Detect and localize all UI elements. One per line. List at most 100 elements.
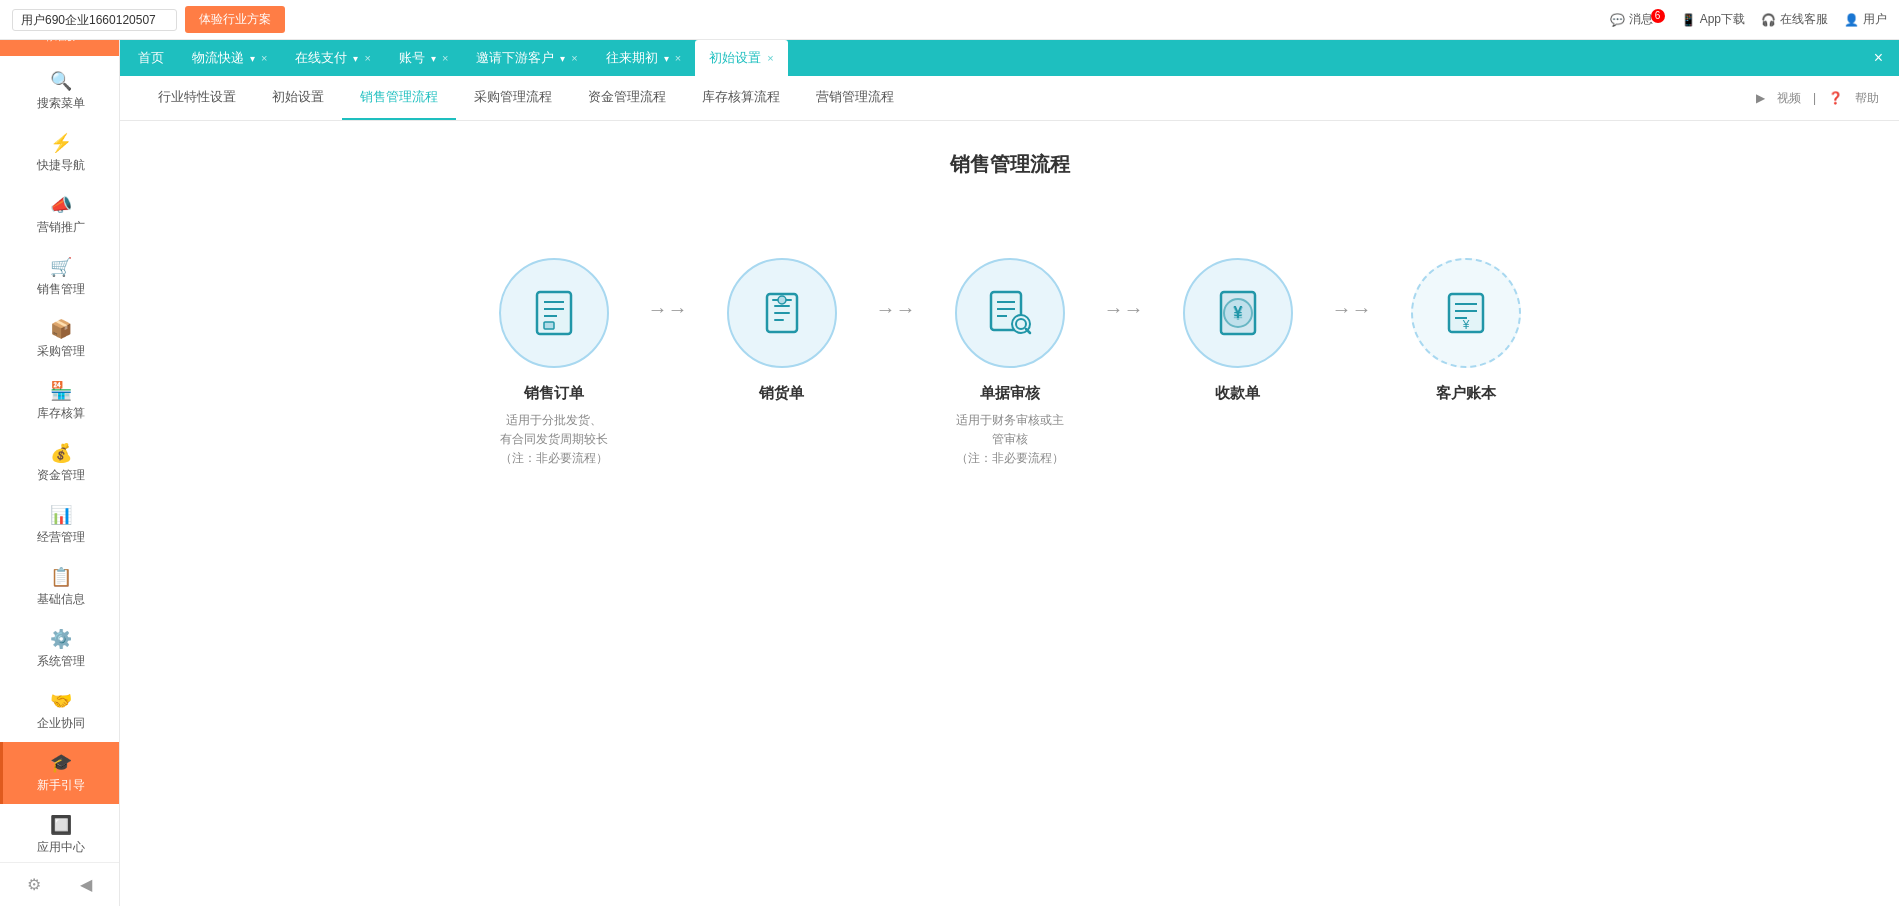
sidebar-item-marketing-promo[interactable]: 📣 营销推广 (0, 184, 119, 246)
flow-step-voucher-review-desc: 适用于财务审核或主管审核（注：非必要流程） (956, 411, 1064, 469)
tab-initial-setup[interactable]: 初始设置 × (695, 40, 787, 76)
sidebar-item-label: 销售管理 (37, 281, 85, 298)
top-bar: 用户690企业1660120507 体验行业方案 💬 消息 6 📱 App下载 … (0, 0, 1899, 40)
sidebar-item-sys-mgmt[interactable]: ⚙️ 系统管理 (0, 618, 119, 680)
sidebar-item-app-center[interactable]: 🔲 应用中心 (0, 804, 119, 862)
video-help-label[interactable]: 视频 (1777, 90, 1801, 107)
sidebar-item-label: 系统管理 (37, 653, 85, 670)
tab-initial-setup-close[interactable]: × (767, 52, 773, 64)
flow-circle-voucher-review[interactable] (955, 258, 1065, 368)
flow-circle-customer-account[interactable]: ¥ (1411, 258, 1521, 368)
sidebar-item-label: 搜索菜单 (37, 95, 85, 112)
sidebar-item-label: 应用中心 (37, 839, 85, 856)
user-label: 用户 (1863, 11, 1887, 28)
page-title: 销售管理流程 (160, 151, 1859, 178)
top-bar-left: 用户690企业1660120507 体验行业方案 (12, 6, 285, 33)
flow-arrow-4: →→ (1328, 298, 1376, 321)
sidebar-item-basic-info[interactable]: 📋 基础信息 (0, 556, 119, 618)
sub-tabs-left: 行业特性设置 初始设置 销售管理流程 采购管理流程 资金管理流程 库存核算流程 … (140, 76, 912, 120)
app-download-item[interactable]: 📱 App下载 (1681, 11, 1745, 28)
sidebar-item-search-menu[interactable]: 🔍 搜索菜单 (0, 60, 119, 122)
sub-tab-sales-flow[interactable]: 销售管理流程 (342, 76, 456, 120)
sidebar-item-enterprise-collab[interactable]: 🤝 企业协同 (0, 680, 119, 742)
top-bar-right: 💬 消息 6 📱 App下载 🎧 在线客服 👤 用户 (1610, 11, 1887, 28)
user-select[interactable]: 用户690企业1660120507 (12, 9, 177, 31)
tab-account-label: 账号 (399, 49, 425, 67)
voucher-review-icon (983, 286, 1037, 340)
tab-account-close[interactable]: × (442, 52, 448, 64)
sidebar-item-label: 经营管理 (37, 529, 85, 546)
divider: | (1813, 91, 1816, 105)
tab-online-pay-close[interactable]: × (364, 52, 370, 64)
purchase-mgmt-icon: 📦 (50, 318, 72, 340)
trial-btn[interactable]: 体验行业方案 (185, 6, 285, 33)
newcomer-guide-icon: 🎓 (50, 752, 72, 774)
nav-tabs: 首页 物流快递 ▾ × 在线支付 ▾ × 账号 ▾ × 邀请下游客户 ▾ × 往… (120, 40, 1899, 76)
sales-mgmt-icon: 🛒 (50, 256, 72, 278)
sidebar-item-inventory[interactable]: 🏪 库存核算 (0, 370, 119, 432)
message-label: 消息 (1629, 11, 1653, 28)
tab-home[interactable]: 首页 (124, 40, 178, 76)
tab-period-initial[interactable]: 往来期初 ▾ × (592, 40, 695, 76)
user-avatar-item[interactable]: 👤 用户 (1844, 11, 1887, 28)
flow-step-receipt: ¥ ¥ 收款单 (1148, 258, 1328, 411)
sidebar-item-quick-nav[interactable]: ⚡ 快捷导航 (0, 122, 119, 184)
app-download-icon: 📱 (1681, 13, 1696, 27)
settings-bottom-icon[interactable]: ⚙ (27, 875, 41, 894)
help-label[interactable]: 帮助 (1855, 90, 1879, 107)
tab-period-label: 往来期初 (606, 49, 658, 67)
chevron-down-icon: ▾ (560, 53, 565, 64)
sub-tab-inventory-flow[interactable]: 库存核算流程 (684, 76, 798, 120)
flow-circle-sales-delivery[interactable] (727, 258, 837, 368)
chevron-down-icon: ▾ (431, 53, 436, 64)
svg-rect-4 (544, 322, 554, 329)
tab-online-pay[interactable]: 在线支付 ▾ × (281, 40, 384, 76)
sidebar-item-label: 采购管理 (37, 343, 85, 360)
collapse-icon[interactable]: ◀ (80, 875, 92, 894)
tab-account[interactable]: 账号 ▾ × (385, 40, 462, 76)
sidebar-item-finance-mgmt[interactable]: 💰 资金管理 (0, 432, 119, 494)
flow-circle-receipt[interactable]: ¥ ¥ (1183, 258, 1293, 368)
basic-info-icon: 📋 (50, 566, 72, 588)
tab-online-pay-label: 在线支付 (295, 49, 347, 67)
main-content: 行业特性设置 初始设置 销售管理流程 采购管理流程 资金管理流程 库存核算流程 … (120, 76, 1899, 906)
flow-step-customer-account-title: 客户账本 (1436, 384, 1496, 403)
close-all-tabs-btn[interactable]: × (1862, 49, 1895, 67)
sys-mgmt-icon: ⚙️ (50, 628, 72, 650)
flow-step-sales-order: 销售订单 适用于分批发货、有合同发货周期较长（注：非必要流程） (464, 258, 644, 469)
sub-tab-purchase-flow[interactable]: 采购管理流程 (456, 76, 570, 120)
sidebar-item-ops-mgmt[interactable]: 📊 经营管理 (0, 494, 119, 556)
message-icon: 💬 (1610, 13, 1625, 27)
sidebar-item-label: 库存核算 (37, 405, 85, 422)
sidebar-item-label: 基础信息 (37, 591, 85, 608)
flow-diagram: 销售订单 适用于分批发货、有合同发货周期较长（注：非必要流程） →→ 销货单 → (160, 238, 1859, 509)
tab-period-close[interactable]: × (675, 52, 681, 64)
tab-invite-downstream[interactable]: 邀请下游客户 ▾ × (462, 40, 591, 76)
flow-step-sales-delivery: 销货单 (692, 258, 872, 411)
sub-tabs-right: ▶ 视频 | ❓ 帮助 (1756, 90, 1879, 107)
tab-invite-label: 邀请下游客户 (476, 49, 554, 67)
sub-tab-marketing-flow[interactable]: 营销管理流程 (798, 76, 912, 120)
app-download-label: App下载 (1700, 11, 1745, 28)
chevron-down-icon: ▾ (353, 53, 358, 64)
user-avatar: 👤 (1844, 13, 1859, 27)
enterprise-collab-icon: 🤝 (50, 690, 72, 712)
sub-tab-finance-flow[interactable]: 资金管理流程 (570, 76, 684, 120)
online-service-item[interactable]: 🎧 在线客服 (1761, 11, 1828, 28)
sidebar-item-purchase-mgmt[interactable]: 📦 采购管理 (0, 308, 119, 370)
sub-tab-industry-settings[interactable]: 行业特性设置 (140, 76, 254, 120)
sidebar-item-label: 快捷导航 (37, 157, 85, 174)
message-item[interactable]: 💬 消息 6 (1610, 11, 1665, 28)
tab-logistics-close[interactable]: × (261, 52, 267, 64)
tab-logistics[interactable]: 物流快递 ▾ × (178, 40, 281, 76)
sidebar-item-sales-mgmt[interactable]: 🛒 销售管理 (0, 246, 119, 308)
search-menu-icon: 🔍 (50, 70, 72, 92)
flow-circle-sales-order[interactable] (499, 258, 609, 368)
app-center-icon: 🔲 (50, 814, 72, 836)
help-icon: ❓ (1828, 91, 1843, 105)
flow-step-customer-account: ¥ 客户账本 (1376, 258, 1556, 411)
sub-tab-initial-settings[interactable]: 初始设置 (254, 76, 342, 120)
sidebar-item-newcomer-guide[interactable]: 🎓 新手引导 (0, 742, 119, 804)
flow-step-voucher-review-title: 单据审核 (980, 384, 1040, 403)
tab-invite-close[interactable]: × (571, 52, 577, 64)
